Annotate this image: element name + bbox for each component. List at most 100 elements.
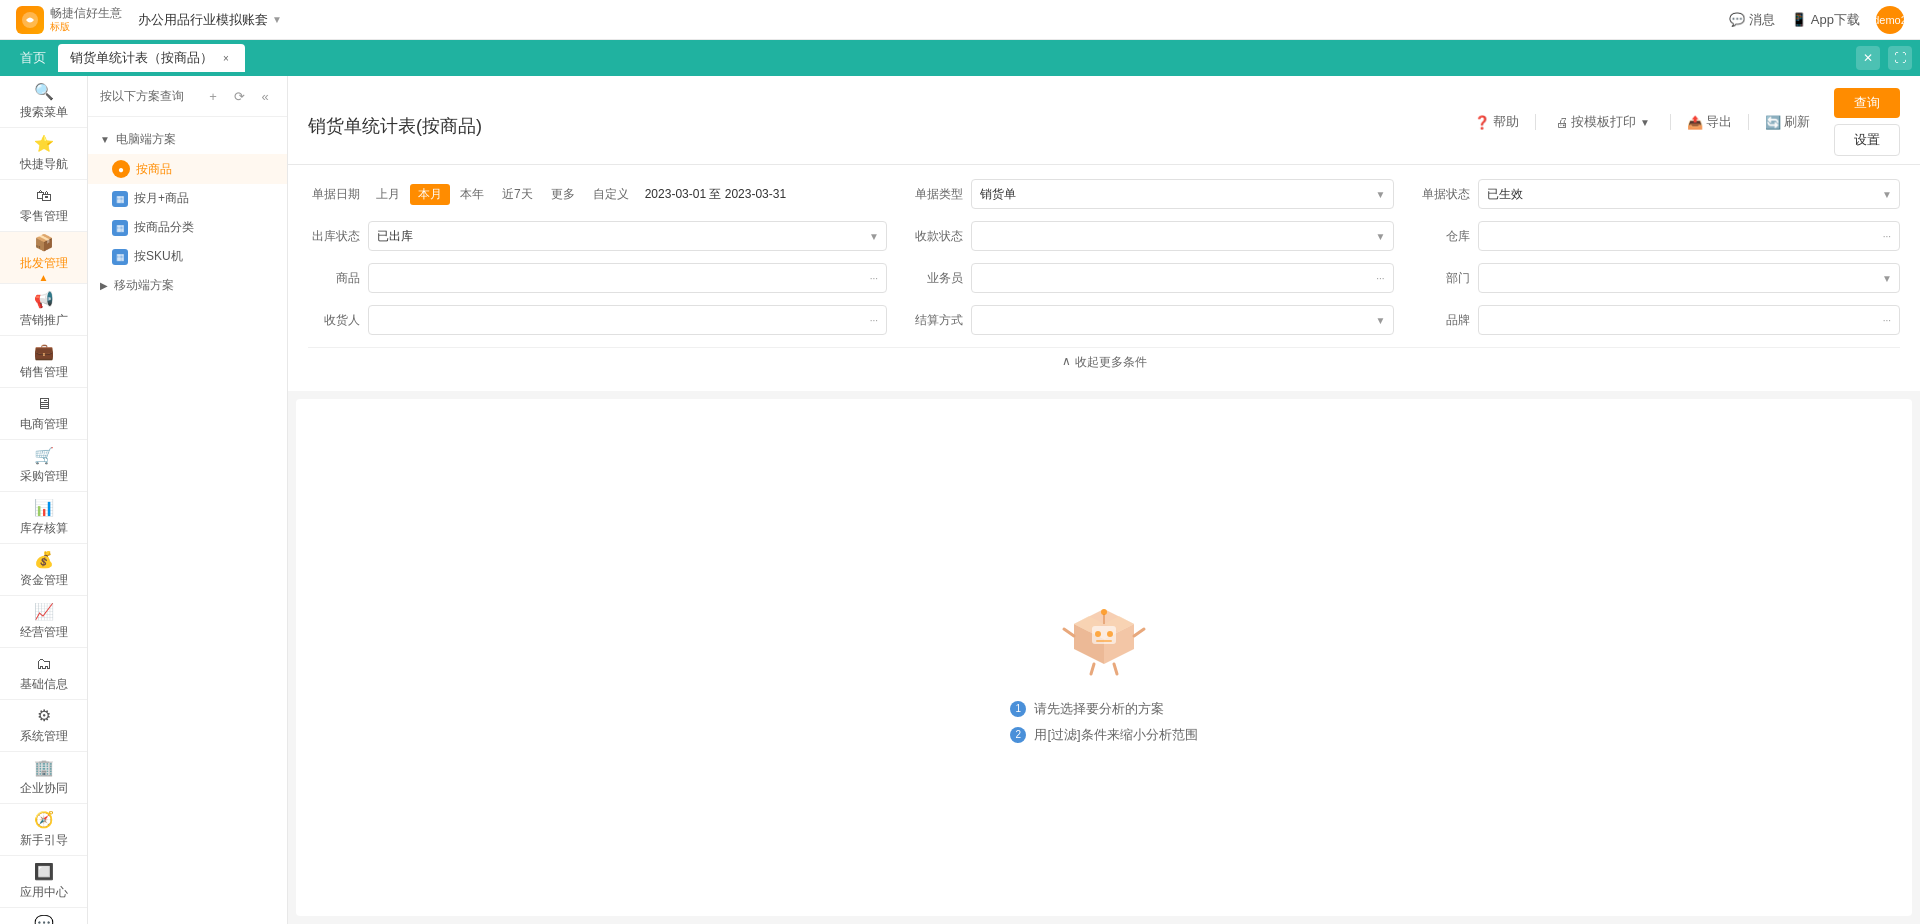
apps-icon: 🔲 xyxy=(34,862,54,881)
tab-home[interactable]: 首页 xyxy=(8,44,58,72)
brand-dots: ··· xyxy=(1883,315,1891,326)
template-print-button[interactable]: 🖨 按模板打印 ▼ xyxy=(1552,111,1654,133)
logo-icon xyxy=(16,6,44,34)
sidebar-item-corp[interactable]: 🏢 企业协同 xyxy=(0,752,87,804)
finance-icon: 💰 xyxy=(34,550,54,569)
svg-point-8 xyxy=(1107,631,1113,637)
sidebar-item-search-menu[interactable]: 🔍 搜索菜单 xyxy=(0,76,87,128)
sidebar-item-retail[interactable]: 🛍 零售管理 xyxy=(0,180,87,232)
salesperson-input[interactable]: ··· xyxy=(971,263,1394,293)
sidebar-item-sys[interactable]: ⚙ 系统管理 xyxy=(0,700,87,752)
svg-line-13 xyxy=(1134,629,1144,636)
help-icon: ❓ xyxy=(1474,115,1490,130)
brand-input[interactable]: ··· xyxy=(1478,305,1901,335)
scheme-item-by-category[interactable]: ▦ 按商品分类 xyxy=(88,213,287,242)
date-pill-more[interactable]: 更多 xyxy=(543,184,583,205)
scheme-icon-sku: ▦ xyxy=(112,249,128,265)
marketing-icon: 📢 xyxy=(34,290,54,309)
query-button[interactable]: 查询 xyxy=(1834,88,1900,118)
doc-type-select[interactable]: 销货单 xyxy=(971,179,1394,209)
export-button[interactable]: 📤 导出 xyxy=(1687,113,1732,131)
tab-minimize-button[interactable]: ✕ xyxy=(1856,46,1880,70)
goods-input[interactable]: ··· xyxy=(368,263,887,293)
app-download-button[interactable]: 📱 App下载 xyxy=(1791,11,1860,29)
avatar: demo2 xyxy=(1876,6,1904,34)
warehouse-label: 仓库 xyxy=(1418,228,1478,245)
svg-line-14 xyxy=(1091,664,1094,674)
sidebar-item-finance[interactable]: 💰 资金管理 xyxy=(0,544,87,596)
date-pill-last-month[interactable]: 上月 xyxy=(368,184,408,205)
scheme-icon-category: ▦ xyxy=(112,220,128,236)
header-right: 💬 消息 📱 App下载 demo2 xyxy=(1729,6,1904,34)
help-button[interactable]: ❓ 帮助 xyxy=(1474,113,1519,131)
wechat-icon: 💬 xyxy=(34,914,54,924)
page-header: 销货单统计表(按商品) ❓ 帮助 🖨 按模板打印 ▼ 📤 导出 xyxy=(288,76,1920,165)
date-pills: 上月 本月 本年 近7天 更多 自定义 xyxy=(368,184,637,205)
sidebar-item-wechat[interactable]: 💬 企业微信 xyxy=(0,908,87,924)
doc-status-select[interactable]: 已生效 xyxy=(1478,179,1901,209)
payment-status-select[interactable] xyxy=(971,221,1394,251)
sidebar-item-ops[interactable]: 📈 经营管理 xyxy=(0,596,87,648)
logo-text: 畅捷信好生意 标版 xyxy=(50,6,122,32)
collapse-panel-button[interactable]: « xyxy=(255,86,275,106)
filter-doc-status: 单据状态 已生效 ▼ xyxy=(1418,179,1901,209)
scheme-item-by-product[interactable]: ● 按商品 xyxy=(88,154,287,184)
payment-method-label: 结算方式 xyxy=(911,312,971,329)
department-select[interactable] xyxy=(1478,263,1901,293)
filter-row-4: 收货人 ··· 结算方式 ▼ 品牌 xyxy=(308,305,1900,335)
chevron-down-icon: ▼ xyxy=(1640,117,1650,128)
minimize-icon: ✕ xyxy=(1863,51,1873,65)
filter-department: 部门 ▼ xyxy=(1418,263,1901,293)
sidebar-item-quick-nav[interactable]: ⭐ 快捷导航 xyxy=(0,128,87,180)
print-icon: 🖨 xyxy=(1556,115,1569,130)
ecom-icon: 🖥 xyxy=(36,395,52,413)
retail-icon: 🛍 xyxy=(36,187,52,205)
filter-doc-type: 单据类型 销货单 ▼ xyxy=(911,179,1394,209)
refresh-scheme-button[interactable]: ⟳ xyxy=(229,86,249,106)
out-status-select[interactable]: 已出库 xyxy=(368,221,887,251)
chevron-down-icon: ▼ xyxy=(100,134,110,145)
goods-label: 商品 xyxy=(308,270,368,287)
svg-point-7 xyxy=(1095,631,1101,637)
add-scheme-button[interactable]: + xyxy=(203,86,223,106)
desktop-group-header[interactable]: ▼ 电脑端方案 xyxy=(88,125,287,154)
recipient-input[interactable]: ··· xyxy=(368,305,887,335)
settings-button[interactable]: 设置 xyxy=(1834,124,1900,156)
payment-method-select[interactable] xyxy=(971,305,1394,335)
sidebar-item-inventory[interactable]: 📊 库存核算 xyxy=(0,492,87,544)
sidebar-item-apps[interactable]: 🔲 应用中心 xyxy=(0,856,87,908)
doc-type-select-wrapper: 销货单 ▼ xyxy=(971,179,1394,209)
scheme-item-by-month-product[interactable]: ▦ 按月+商品 xyxy=(88,184,287,213)
filter-salesperson: 业务员 ··· xyxy=(911,263,1394,293)
user-profile[interactable]: demo2 xyxy=(1876,6,1904,34)
tab-active[interactable]: 销货单统计表（按商品） × xyxy=(58,44,245,72)
sidebar-item-marketing[interactable]: 📢 营销推广 xyxy=(0,284,87,336)
sys-icon: ⚙ xyxy=(37,706,51,725)
sidebar-item-wholesale[interactable]: 📦 批发管理 ▲ xyxy=(0,232,87,284)
date-pill-custom[interactable]: 自定义 xyxy=(585,184,637,205)
date-pill-this-month[interactable]: 本月 xyxy=(410,184,450,205)
page-header-actions: ❓ 帮助 🖨 按模板打印 ▼ 📤 导出 🔄 刷新 xyxy=(1474,88,1900,164)
sidebar-item-purchase[interactable]: 🛒 采购管理 xyxy=(0,440,87,492)
message-button[interactable]: 💬 消息 xyxy=(1729,11,1775,29)
svg-rect-9 xyxy=(1096,640,1112,642)
collapse-filters-button[interactable]: ∧ 收起更多条件 xyxy=(308,347,1900,377)
sidebar-item-sales[interactable]: 💼 销售管理 xyxy=(0,336,87,388)
tab-expand-button[interactable]: ⛶ xyxy=(1888,46,1912,70)
tab-close-button[interactable]: × xyxy=(219,51,233,65)
scheme-tree: ▼ 电脑端方案 ● 按商品 ▦ 按月+商品 ▦ 按商品分类 ▦ 按SKU机 ▶ … xyxy=(88,117,287,308)
refresh-button[interactable]: 🔄 刷新 xyxy=(1765,113,1810,131)
warehouse-input[interactable]: ··· xyxy=(1478,221,1901,251)
sidebar-item-newbie[interactable]: 🧭 新手引导 xyxy=(0,804,87,856)
date-pill-7days[interactable]: 近7天 xyxy=(494,184,541,205)
out-status-select-wrapper: 已出库 ▼ xyxy=(368,221,887,251)
workspace-selector[interactable]: 办公用品行业模拟账套 ▼ xyxy=(130,7,290,33)
sidebar-item-base[interactable]: 🗂 基础信息 xyxy=(0,648,87,700)
mobile-group-header[interactable]: ▶ 移动端方案 xyxy=(88,271,287,300)
sidebar: 🔍 搜索菜单 ⭐ 快捷导航 🛍 零售管理 📦 批发管理 ▲ 📢 营销推广 💼 销… xyxy=(0,76,88,924)
sidebar-item-ecom[interactable]: 🖥 电商管理 xyxy=(0,388,87,440)
date-pill-this-year[interactable]: 本年 xyxy=(452,184,492,205)
brand-label: 品牌 xyxy=(1418,312,1478,329)
scheme-icon-month-product: ▦ xyxy=(112,191,128,207)
scheme-item-by-sku[interactable]: ▦ 按SKU机 xyxy=(88,242,287,271)
